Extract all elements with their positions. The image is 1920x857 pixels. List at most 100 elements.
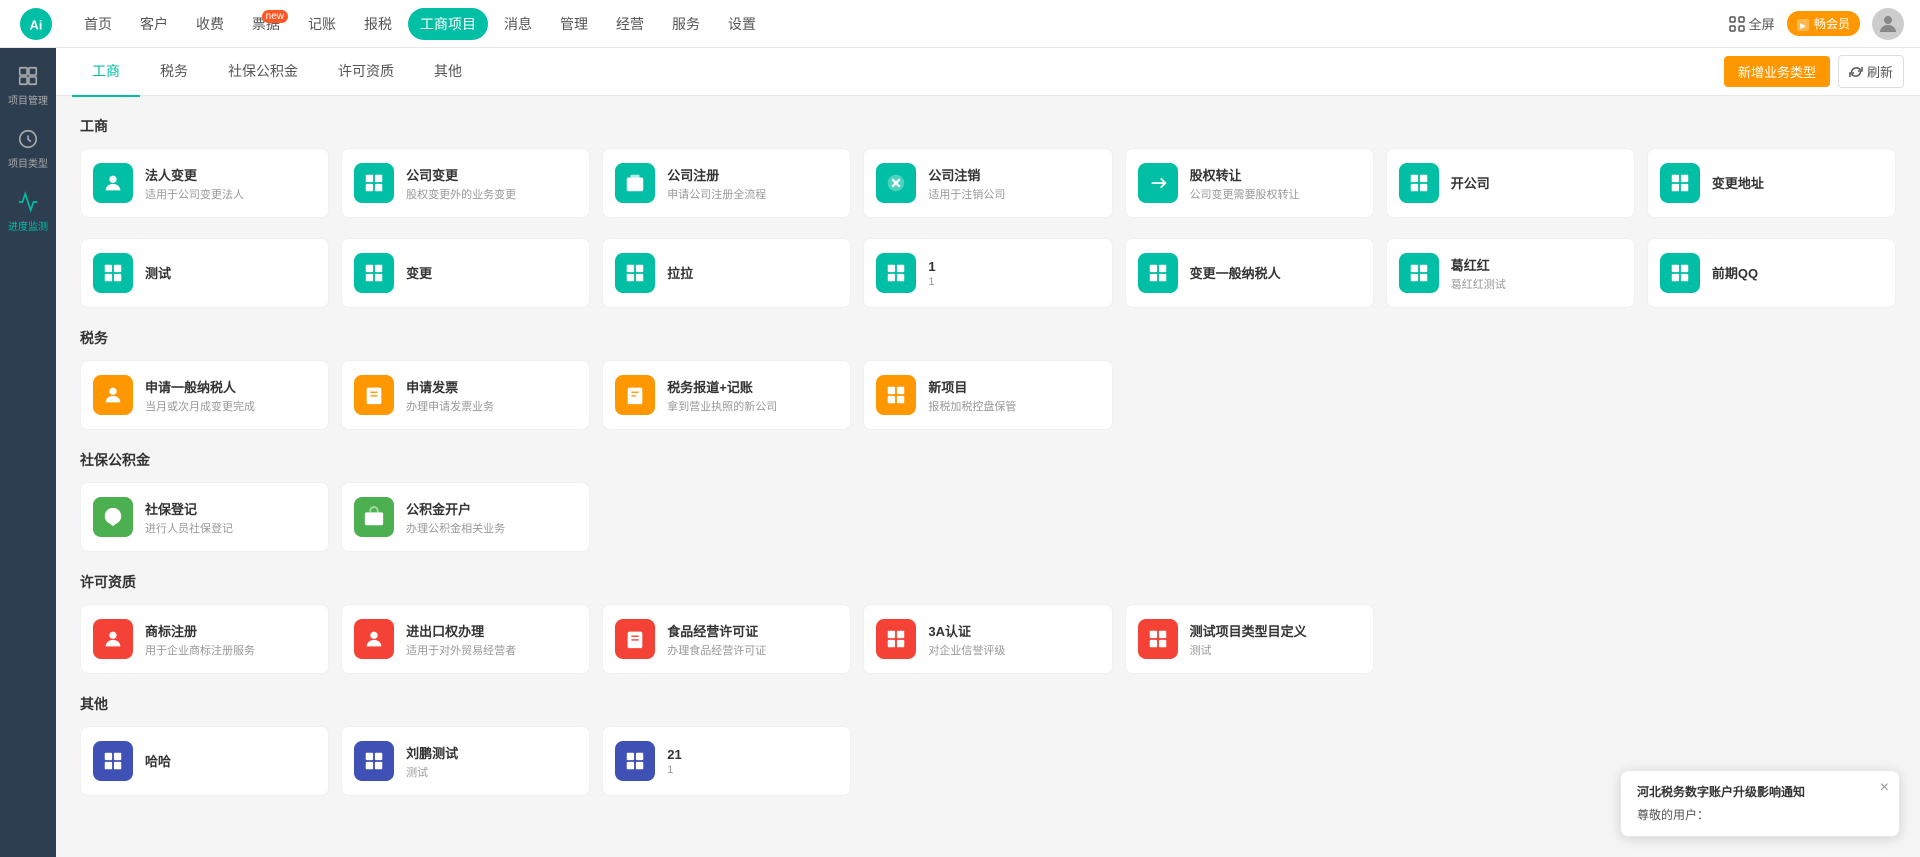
tab-gongshang[interactable]: 工商 bbox=[72, 48, 140, 97]
card-lala[interactable]: 拉拉 bbox=[602, 238, 851, 308]
card-desc-3a-cert: 对企业信誉评级 bbox=[928, 642, 1099, 658]
card-import-export[interactable]: 进出口权办理 适用于对外贸易经营者 bbox=[341, 604, 590, 674]
card-equity-transfer[interactable]: 股权转让 公司变更需要股权转让 bbox=[1125, 148, 1374, 218]
card-icon-company-register bbox=[615, 163, 655, 203]
card-desc-social-register: 进行人员社保登记 bbox=[145, 520, 316, 536]
nav-home[interactable]: 首页 bbox=[72, 8, 124, 40]
card-test[interactable]: 测试 bbox=[80, 238, 329, 308]
nav-messages[interactable]: 消息 bbox=[492, 8, 544, 40]
shuiwu-title: 税务 bbox=[80, 328, 1896, 348]
avatar-icon bbox=[1876, 12, 1900, 36]
card-icon-3a-cert bbox=[876, 619, 916, 659]
vip-button[interactable]: ▶ 畅会员 bbox=[1787, 11, 1860, 36]
nav-bizproject[interactable]: 工商项目 bbox=[408, 8, 488, 40]
new-type-button[interactable]: 新增业务类型 bbox=[1724, 56, 1830, 87]
card-apply-taxpayer[interactable]: 申请一般纳税人 当月或次月成变更完成 bbox=[80, 360, 329, 430]
gongshang-section: 工商 法人变更 适用于公司变更法人 bbox=[80, 116, 1896, 308]
card-legal-change[interactable]: 法人变更 适用于公司变更法人 bbox=[80, 148, 329, 218]
card-apply-invoice[interactable]: 申请发票 办理申请发票业务 bbox=[341, 360, 590, 430]
gongshang-cards-row2: 测试 变更 bbox=[80, 238, 1896, 308]
card-icon-tax-bookkeeping bbox=[615, 375, 655, 415]
shebao-cards: 社保登记 进行人员社保登记 公积金开户 办理公积金相关业务 bbox=[80, 482, 1896, 552]
card-title-company-register: 公司注册 bbox=[667, 165, 838, 184]
sidebar-item-project-type[interactable]: 项目类型 bbox=[0, 119, 56, 178]
user-avatar[interactable] bbox=[1872, 8, 1904, 40]
card-open-company[interactable]: 开公司 bbox=[1386, 148, 1635, 218]
card-twenty-one[interactable]: 21 1 bbox=[602, 726, 851, 796]
nav-management[interactable]: 经营 bbox=[604, 8, 656, 40]
card-desc-company-change: 股权变更外的业务变更 bbox=[406, 186, 577, 202]
fullscreen-label: 全屏 bbox=[1749, 14, 1775, 33]
card-liupeng-test[interactable]: 刘鹏测试 测试 bbox=[341, 726, 590, 796]
card-title-equity-transfer: 股权转让 bbox=[1190, 165, 1361, 184]
nav-admin[interactable]: 管理 bbox=[548, 8, 600, 40]
nav-tax[interactable]: 报税 bbox=[352, 8, 404, 40]
card-desc-trademark: 用于企业商标注册服务 bbox=[145, 642, 316, 658]
xuke-title: 许可资质 bbox=[80, 572, 1896, 592]
shuiwu-section: 税务 申请一般纳税人 当月或次月成变更完成 bbox=[80, 328, 1896, 430]
card-icon-import-export bbox=[354, 619, 394, 659]
card-icon-liupeng-test bbox=[354, 741, 394, 781]
card-haha[interactable]: 哈哈 bbox=[80, 726, 329, 796]
card-change-address[interactable]: 变更地址 bbox=[1647, 148, 1896, 218]
nav-billing[interactable]: 收费 bbox=[184, 8, 236, 40]
card-icon-mahonghong bbox=[1399, 253, 1439, 293]
sidebar-item-progress-monitor[interactable]: 进度监测 bbox=[0, 182, 56, 241]
card-title-frontqq: 前期QQ bbox=[1712, 263, 1883, 282]
sidebar-item-project-manage[interactable]: 项目管理 bbox=[0, 56, 56, 115]
card-title-change-taxpayer: 变更一般纳税人 bbox=[1190, 263, 1361, 282]
nav-tickets[interactable]: 票据 new bbox=[240, 8, 292, 40]
card-icon-twenty-one bbox=[615, 741, 655, 781]
card-one[interactable]: 1 1 bbox=[863, 238, 1112, 308]
card-3a-cert[interactable]: 3A认证 对企业信誉评级 bbox=[863, 604, 1112, 674]
card-title-change-address: 变更地址 bbox=[1712, 173, 1883, 192]
notification-close-button[interactable]: × bbox=[1880, 779, 1889, 797]
card-change2[interactable]: 变更 bbox=[341, 238, 590, 308]
card-company-change[interactable]: 公司变更 股权变更外的业务变更 bbox=[341, 148, 590, 218]
card-title-test-type-define: 测试项目类型目定义 bbox=[1190, 621, 1361, 640]
card-fund-open[interactable]: 公积金开户 办理公积金相关业务 bbox=[341, 482, 590, 552]
card-desc-tax-bookkeeping: 拿到营业执照的新公司 bbox=[667, 398, 838, 414]
card-tax-bookkeeping[interactable]: 税务报道+记账 拿到营业执照的新公司 bbox=[602, 360, 851, 430]
card-mahonghong[interactable]: 葛红红 葛红红测试 bbox=[1386, 238, 1635, 308]
project-type-icon bbox=[16, 127, 40, 151]
card-food-license[interactable]: 食品经营许可证 办理食品经营许可证 bbox=[602, 604, 851, 674]
card-icon-apply-taxpayer bbox=[93, 375, 133, 415]
nav-settings[interactable]: 设置 bbox=[716, 8, 768, 40]
card-icon-company-change bbox=[354, 163, 394, 203]
card-icon-fund-open bbox=[354, 497, 394, 537]
card-social-register[interactable]: 社保登记 进行人员社保登记 bbox=[80, 482, 329, 552]
card-title-fund-open: 公积金开户 bbox=[406, 499, 577, 518]
tab-actions: 新增业务类型 刷新 bbox=[1724, 55, 1904, 88]
card-company-register[interactable]: 公司注册 申请公司注册全流程 bbox=[602, 148, 851, 218]
content-area: 工商 税务 社保公积金 许可资质 其他 新增业务类型 刷新 bbox=[56, 48, 1920, 857]
card-desc-equity-transfer: 公司变更需要股权转让 bbox=[1190, 186, 1361, 202]
tab-shebao[interactable]: 社保公积金 bbox=[208, 48, 318, 97]
tab-xuke[interactable]: 许可资质 bbox=[318, 48, 414, 97]
card-icon-haha bbox=[93, 741, 133, 781]
app-logo[interactable]: Ai bbox=[16, 4, 56, 44]
nav-clients[interactable]: 客户 bbox=[128, 8, 180, 40]
card-icon-change-address bbox=[1660, 163, 1700, 203]
card-desc-import-export: 适用于对外贸易经营者 bbox=[406, 642, 577, 658]
tab-other[interactable]: 其他 bbox=[414, 48, 482, 97]
card-title-mahonghong: 葛红红 bbox=[1451, 255, 1622, 274]
card-icon-equity-transfer bbox=[1138, 163, 1178, 203]
nav-services[interactable]: 服务 bbox=[660, 8, 712, 40]
nav-accounting[interactable]: 记账 bbox=[296, 8, 348, 40]
refresh-button[interactable]: 刷新 bbox=[1838, 55, 1904, 88]
card-frontqq[interactable]: 前期QQ bbox=[1647, 238, 1896, 308]
card-title-lala: 拉拉 bbox=[667, 263, 838, 282]
card-test-type-define[interactable]: 测试项目类型目定义 测试 bbox=[1125, 604, 1374, 674]
card-icon-test bbox=[93, 253, 133, 293]
card-company-cancel[interactable]: 公司注销 适用于注销公司 bbox=[863, 148, 1112, 218]
card-new-project[interactable]: 新项目 报税加税控盘保管 bbox=[863, 360, 1112, 430]
card-title-haha: 哈哈 bbox=[145, 751, 316, 770]
card-title-new-project: 新项目 bbox=[928, 377, 1099, 396]
card-change-taxpayer[interactable]: 变更一般纳税人 bbox=[1125, 238, 1374, 308]
shuiwu-cards: 申请一般纳税人 当月或次月成变更完成 申请发票 办理申请发票业务 bbox=[80, 360, 1896, 430]
tab-shuiwu[interactable]: 税务 bbox=[140, 48, 208, 97]
card-trademark[interactable]: 商标注册 用于企业商标注册服务 bbox=[80, 604, 329, 674]
fullscreen-button[interactable]: 全屏 bbox=[1729, 14, 1775, 33]
notification-popup: × 河北税务数字账户升级影响通知 尊敬的用户： bbox=[1620, 770, 1900, 837]
